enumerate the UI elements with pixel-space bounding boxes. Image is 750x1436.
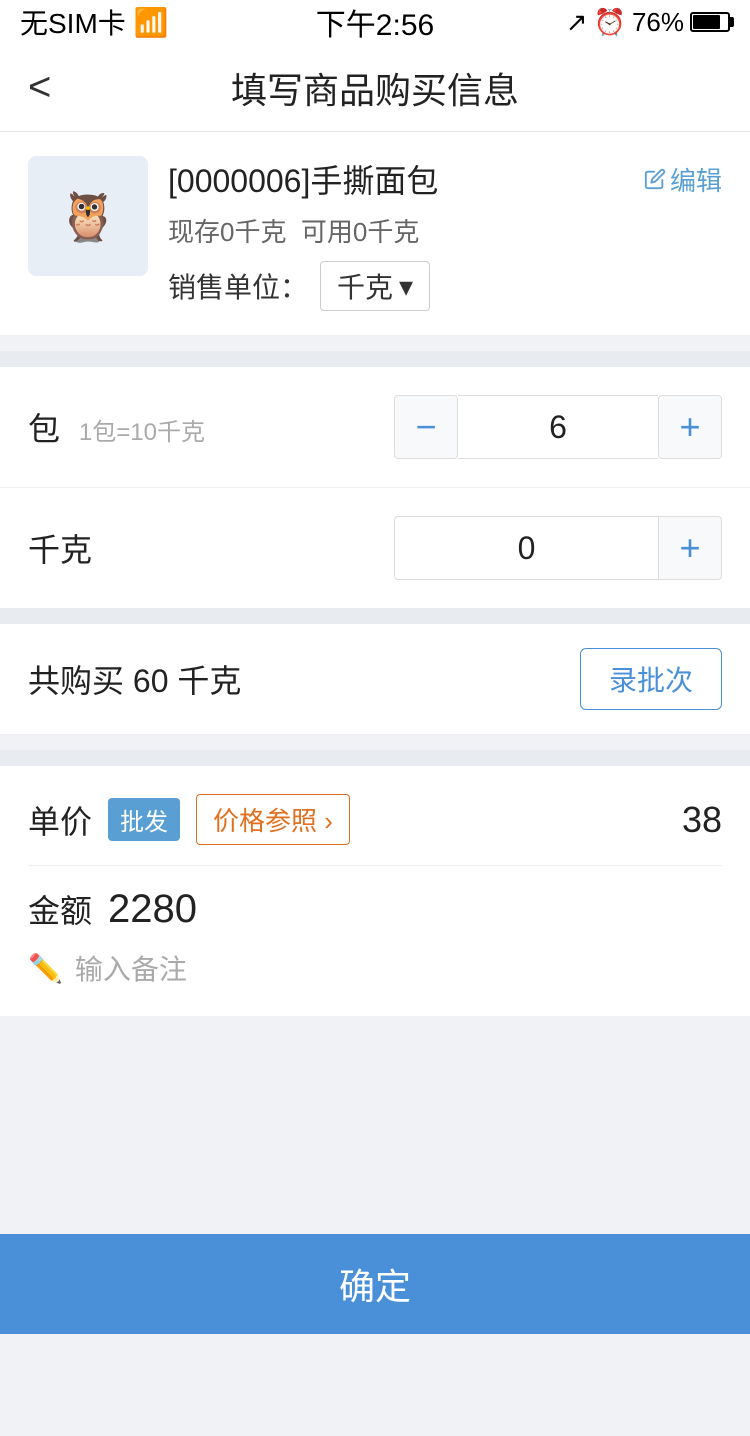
product-name: [0000006]手撕面包 [168, 156, 438, 202]
price-label: 单价 [28, 797, 92, 843]
edit-link[interactable]: 编辑 [644, 161, 722, 198]
bao-input-section: 包 1包=10千克 − + [0, 367, 750, 487]
bao-input[interactable] [458, 395, 658, 459]
bao-label-group: 包 1包=10千克 [28, 404, 205, 450]
status-bar: 无SIM卡 📶 下午2:56 ↗ ⏰ 76% [0, 0, 750, 44]
kg-row: 千克 + [28, 488, 722, 608]
kg-stepper: + [394, 516, 722, 580]
kg-input-section: 千克 + [0, 488, 750, 608]
unit-select[interactable]: 千克 ▾ [320, 261, 430, 311]
remark-placeholder: 输入备注 [75, 948, 187, 988]
price-ref-button[interactable]: 价格参照 › [196, 794, 350, 845]
pencil-icon: ✏️ [28, 952, 63, 985]
unit-chevron-icon: ▾ [399, 270, 413, 303]
product-stock: 现存0千克 可用0千克 [168, 212, 722, 249]
status-left: 无SIM卡 📶 [20, 2, 169, 42]
section-divider-3 [0, 750, 750, 766]
total-text: 共购买 60 千克 [28, 656, 241, 702]
wifi-icon: 📶 [134, 6, 169, 39]
confirm-text: 确定 [339, 1258, 411, 1310]
carrier-label: 无SIM卡 [20, 2, 126, 42]
confirm-bar[interactable]: 确定 [0, 1234, 750, 1334]
product-thumb-icon: 🦉 [58, 188, 118, 245]
bao-hint: 1包=10千克 [79, 419, 205, 446]
price-row: 单价 批发 价格参照 › 38 [28, 794, 722, 845]
product-info: [0000006]手撕面包 编辑 现存0千克 可用0千克 销售单位： 千克 ▾ [168, 156, 722, 311]
location-icon: ↗ [566, 7, 588, 38]
amount-row: 金额 2280 [28, 886, 722, 932]
price-tag: 批发 [108, 798, 180, 841]
unit-label: 销售单位： [168, 266, 308, 306]
product-thumbnail: 🦉 [28, 156, 148, 276]
nav-bar: < 填写商品购买信息 [0, 44, 750, 132]
status-right: ↗ ⏰ 76% [566, 7, 730, 38]
bao-increment-button[interactable]: + [658, 395, 722, 459]
product-name-row: [0000006]手撕面包 编辑 [168, 156, 722, 202]
section-divider-1 [0, 351, 750, 367]
kg-increment-button[interactable]: + [658, 516, 722, 580]
battery-icon [690, 12, 730, 32]
price-divider [28, 865, 722, 866]
batch-button[interactable]: 录批次 [580, 648, 722, 710]
section-divider-2 [0, 608, 750, 624]
amount-value: 2280 [108, 887, 197, 932]
bao-stepper: − + [394, 395, 722, 459]
bao-row: 包 1包=10千克 − + [28, 367, 722, 487]
total-row: 共购买 60 千克 录批次 [0, 624, 750, 734]
back-button[interactable]: < [28, 65, 51, 110]
page-title: 填写商品购买信息 [231, 62, 519, 114]
bao-label: 包 [28, 411, 60, 447]
price-section: 单价 批发 价格参照 › 38 金额 2280 ✏️ 输入备注 [0, 766, 750, 1016]
edit-label: 编辑 [670, 161, 722, 198]
remark-row[interactable]: ✏️ 输入备注 [28, 948, 722, 988]
bao-decrement-button[interactable]: − [394, 395, 458, 459]
kg-label: 千克 [28, 525, 92, 571]
battery-percent: 76% [632, 7, 684, 38]
kg-input[interactable] [394, 516, 658, 580]
amount-label: 金额 [28, 886, 92, 932]
product-card: 🦉 [0000006]手撕面包 编辑 现存0千克 可用0千克 销售单位： 千克 … [0, 132, 750, 335]
price-value: 38 [682, 799, 722, 841]
time-label: 下午2:56 [316, 0, 434, 44]
alarm-icon: ⏰ [594, 7, 626, 38]
product-unit-row: 销售单位： 千克 ▾ [168, 261, 722, 311]
unit-value: 千克 [337, 266, 393, 306]
